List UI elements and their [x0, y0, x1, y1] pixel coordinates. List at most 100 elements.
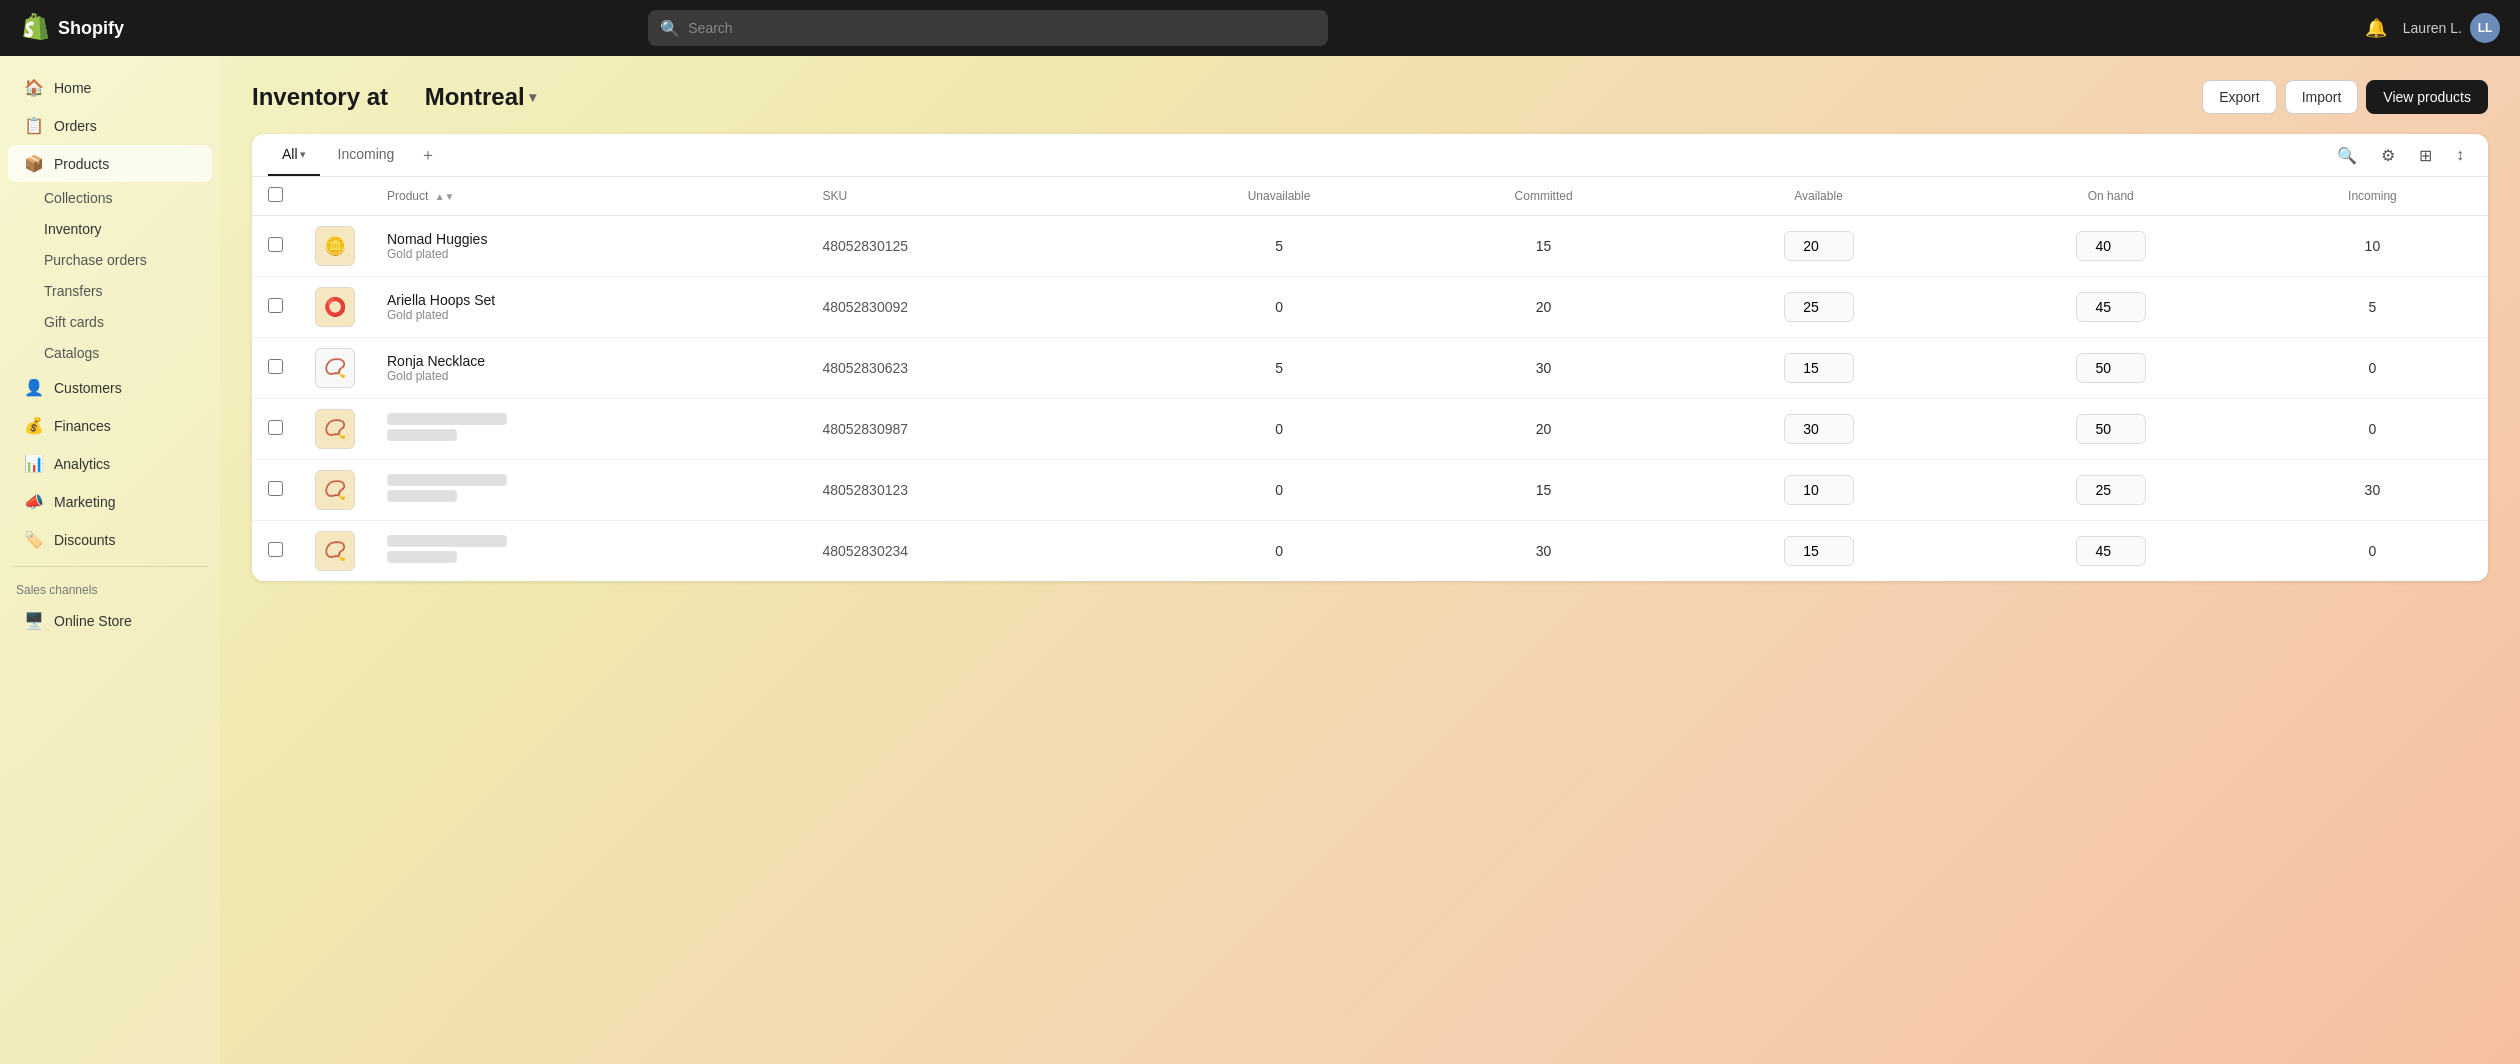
- tab-incoming[interactable]: Incoming: [324, 134, 409, 176]
- sidebar-item-inventory[interactable]: Inventory: [8, 214, 212, 244]
- available-input[interactable]: [1784, 414, 1854, 444]
- inventory-table: Product ▲▼ SKU Unavailable Committed Ava…: [252, 177, 2488, 581]
- search-bar[interactable]: 🔍: [648, 10, 1328, 46]
- skeleton-name: [387, 413, 507, 425]
- on-hand-input[interactable]: [2076, 536, 2146, 566]
- sidebar-subitem-label: Inventory: [44, 221, 102, 237]
- sidebar-item-analytics[interactable]: 📊 Analytics: [8, 445, 212, 482]
- export-button[interactable]: Export: [2202, 80, 2276, 114]
- sidebar-item-orders[interactable]: 📋 Orders: [8, 107, 212, 144]
- committed-cell: 20: [1415, 399, 1673, 460]
- on-hand-input[interactable]: [2076, 353, 2146, 383]
- import-button[interactable]: Import: [2285, 80, 2359, 114]
- sidebar-item-purchase-orders[interactable]: Purchase orders: [8, 245, 212, 275]
- sku-cell: 48052830623: [806, 338, 1143, 399]
- table-filter-button[interactable]: ⚙: [2373, 140, 2403, 171]
- skeleton-variant: [387, 429, 457, 441]
- incoming-cell: 0: [2257, 338, 2488, 399]
- available-cell[interactable]: [1673, 521, 1965, 582]
- home-icon: 🏠: [24, 78, 44, 97]
- product-cell: [387, 474, 790, 506]
- header-sku: SKU: [806, 177, 1143, 216]
- top-navigation: Shopify 🔍 🔔 Lauren L. LL: [0, 0, 2520, 56]
- available-input[interactable]: [1784, 292, 1854, 322]
- row-checkbox[interactable]: [268, 359, 283, 374]
- on-hand-input[interactable]: [2076, 292, 2146, 322]
- sidebar-item-discounts[interactable]: 🏷️ Discounts: [8, 521, 212, 558]
- on-hand-cell[interactable]: [1965, 521, 2257, 582]
- on-hand-cell[interactable]: [1965, 338, 2257, 399]
- available-input[interactable]: [1784, 353, 1854, 383]
- skeleton-name: [387, 535, 507, 547]
- available-cell[interactable]: [1673, 399, 1965, 460]
- product-info: Nomad Huggies Gold plated: [387, 231, 487, 261]
- sidebar-item-finances[interactable]: 💰 Finances: [8, 407, 212, 444]
- available-cell[interactable]: [1673, 216, 1965, 277]
- sidebar-item-transfers[interactable]: Transfers: [8, 276, 212, 306]
- table-columns-button[interactable]: ⊞: [2411, 140, 2440, 171]
- page-title-prefix: Inventory at: [252, 83, 388, 111]
- incoming-cell: 0: [2257, 521, 2488, 582]
- sidebar-item-online-store[interactable]: 🖥️ Online Store: [8, 602, 212, 639]
- available-input[interactable]: [1784, 231, 1854, 261]
- unavailable-cell: 0: [1143, 399, 1414, 460]
- available-cell[interactable]: [1673, 277, 1965, 338]
- table-search-button[interactable]: 🔍: [2329, 140, 2365, 171]
- sidebar-divider: [12, 566, 208, 567]
- sidebar-item-label: Marketing: [54, 494, 115, 510]
- sidebar-subitem-label: Transfers: [44, 283, 103, 299]
- on-hand-input[interactable]: [2076, 231, 2146, 261]
- product-variant: Gold plated: [387, 369, 485, 383]
- sidebar-item-gift-cards[interactable]: Gift cards: [8, 307, 212, 337]
- table-row: 📿 480528302340300: [252, 521, 2488, 582]
- user-name: Lauren L.: [2403, 20, 2462, 36]
- tab-add-button[interactable]: ＋: [412, 137, 444, 174]
- table-sort-button[interactable]: ↕: [2448, 140, 2472, 170]
- available-input[interactable]: [1784, 536, 1854, 566]
- unavailable-cell: 5: [1143, 216, 1414, 277]
- header-product-label: Product: [387, 189, 428, 203]
- location-selector[interactable]: Montreal ▾: [419, 81, 542, 113]
- on-hand-input[interactable]: [2076, 475, 2146, 505]
- row-checkbox[interactable]: [268, 298, 283, 313]
- sidebar-item-home[interactable]: 🏠 Home: [8, 69, 212, 106]
- shopify-logo[interactable]: Shopify: [20, 13, 124, 43]
- row-checkbox[interactable]: [268, 237, 283, 252]
- on-hand-cell[interactable]: [1965, 399, 2257, 460]
- table-row: ⭕ Ariella Hoops Set Gold plated 48052830…: [252, 277, 2488, 338]
- header-incoming: Incoming: [2257, 177, 2488, 216]
- search-icon: 🔍: [660, 19, 680, 38]
- sidebar-item-customers[interactable]: 👤 Customers: [8, 369, 212, 406]
- on-hand-cell[interactable]: [1965, 460, 2257, 521]
- on-hand-input[interactable]: [2076, 414, 2146, 444]
- row-checkbox[interactable]: [268, 542, 283, 557]
- sidebar-item-marketing[interactable]: 📣 Marketing: [8, 483, 212, 520]
- location-name: Montreal: [425, 83, 525, 111]
- tab-all-dropdown-icon: ▾: [300, 148, 306, 161]
- product-info: [387, 413, 507, 445]
- search-input[interactable]: [688, 20, 1316, 36]
- marketing-icon: 📣: [24, 492, 44, 511]
- on-hand-cell[interactable]: [1965, 216, 2257, 277]
- sidebar-item-products[interactable]: 📦 Products: [8, 145, 212, 182]
- unavailable-cell: 0: [1143, 460, 1414, 521]
- tab-all[interactable]: All ▾: [268, 134, 320, 176]
- sidebar-item-collections[interactable]: Collections: [8, 183, 212, 213]
- product-info: [387, 474, 507, 506]
- header-unavailable: Unavailable: [1143, 177, 1414, 216]
- on-hand-cell[interactable]: [1965, 277, 2257, 338]
- view-products-button[interactable]: View products: [2366, 80, 2488, 114]
- header-product[interactable]: Product ▲▼: [371, 177, 806, 216]
- available-cell[interactable]: [1673, 338, 1965, 399]
- select-all-checkbox[interactable]: [268, 187, 283, 202]
- page-title-at: [396, 83, 411, 111]
- row-checkbox[interactable]: [268, 420, 283, 435]
- user-menu[interactable]: Lauren L. LL: [2403, 13, 2500, 43]
- available-input[interactable]: [1784, 475, 1854, 505]
- row-checkbox[interactable]: [268, 481, 283, 496]
- unavailable-cell: 0: [1143, 277, 1414, 338]
- page-title-row: Inventory at Montreal ▾: [252, 81, 542, 113]
- sidebar-item-catalogs[interactable]: Catalogs: [8, 338, 212, 368]
- notifications-button[interactable]: 🔔: [2361, 13, 2391, 43]
- available-cell[interactable]: [1673, 460, 1965, 521]
